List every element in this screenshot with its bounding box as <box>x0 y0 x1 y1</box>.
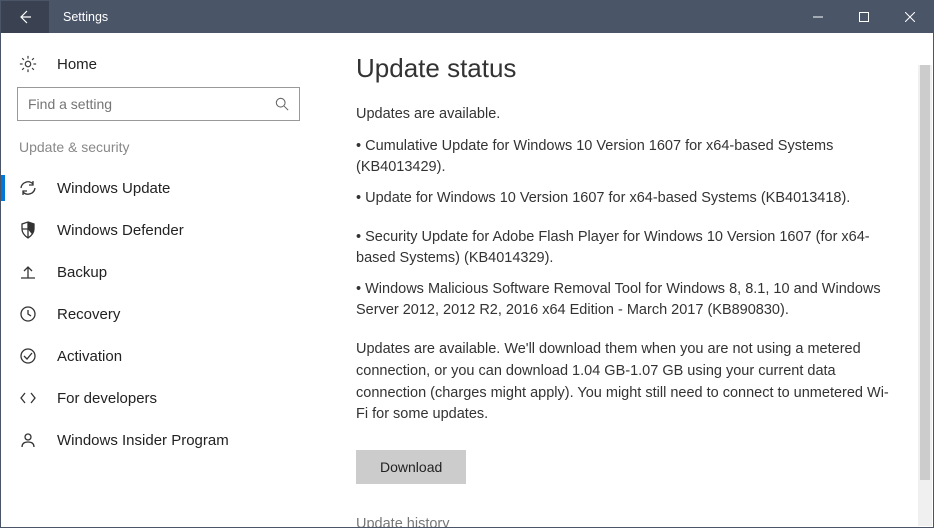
search-input-container[interactable] <box>17 87 300 121</box>
minimize-icon <box>813 12 823 22</box>
sidebar-item-windows-defender[interactable]: Windows Defender <box>1 209 316 251</box>
back-arrow-icon <box>17 9 33 25</box>
sync-icon <box>19 179 37 197</box>
sidebar-item-activation[interactable]: Activation <box>1 335 316 377</box>
developers-icon <box>19 389 37 407</box>
insider-icon <box>19 431 37 449</box>
titlebar: Settings <box>1 1 933 33</box>
home-label: Home <box>57 56 97 73</box>
sidebar: Home Update & security Windows Update Wi… <box>1 33 316 527</box>
sidebar-item-label: Windows Defender <box>57 222 184 239</box>
minimize-button[interactable] <box>795 1 841 33</box>
close-icon <box>905 12 915 22</box>
sidebar-item-label: Recovery <box>57 306 120 323</box>
update-item: • Windows Malicious Software Removal Too… <box>356 279 893 321</box>
activation-icon <box>19 347 37 365</box>
scrollbar-thumb[interactable] <box>920 65 930 480</box>
update-item: • Cumulative Update for Windows 10 Versi… <box>356 136 893 178</box>
scrollbar[interactable] <box>918 65 932 526</box>
window-title: Settings <box>63 10 108 24</box>
sidebar-item-label: For developers <box>57 390 157 407</box>
page-title: Update status <box>356 53 893 84</box>
maximize-button[interactable] <box>841 1 887 33</box>
home-link[interactable]: Home <box>1 45 316 87</box>
status-text: Updates are available. <box>356 106 893 122</box>
download-button[interactable]: Download <box>356 450 466 484</box>
sidebar-item-for-developers[interactable]: For developers <box>1 377 316 419</box>
update-item: • Update for Windows 10 Version 1607 for… <box>356 188 893 209</box>
update-history-link[interactable]: Update history <box>356 516 893 527</box>
sidebar-item-recovery[interactable]: Recovery <box>1 293 316 335</box>
sidebar-item-label: Activation <box>57 348 122 365</box>
recovery-icon <box>19 305 37 323</box>
sidebar-item-label: Windows Update <box>57 180 170 197</box>
backup-icon <box>19 263 37 281</box>
back-button[interactable] <box>1 1 49 33</box>
maximize-icon <box>859 12 869 22</box>
sidebar-item-label: Windows Insider Program <box>57 432 229 449</box>
shield-icon <box>19 221 37 239</box>
close-button[interactable] <box>887 1 933 33</box>
update-item: • Security Update for Adobe Flash Player… <box>356 227 893 269</box>
sidebar-item-windows-insider[interactable]: Windows Insider Program <box>1 419 316 461</box>
section-label: Update & security <box>1 139 316 167</box>
sidebar-item-backup[interactable]: Backup <box>1 251 316 293</box>
gear-icon <box>19 55 37 73</box>
sidebar-item-label: Backup <box>57 264 107 281</box>
search-icon <box>275 97 289 111</box>
content-area: Update status Updates are available. • C… <box>316 33 933 527</box>
search-input[interactable] <box>28 96 275 112</box>
sidebar-item-windows-update[interactable]: Windows Update <box>1 167 316 209</box>
download-info-text: Updates are available. We'll download th… <box>356 339 893 426</box>
